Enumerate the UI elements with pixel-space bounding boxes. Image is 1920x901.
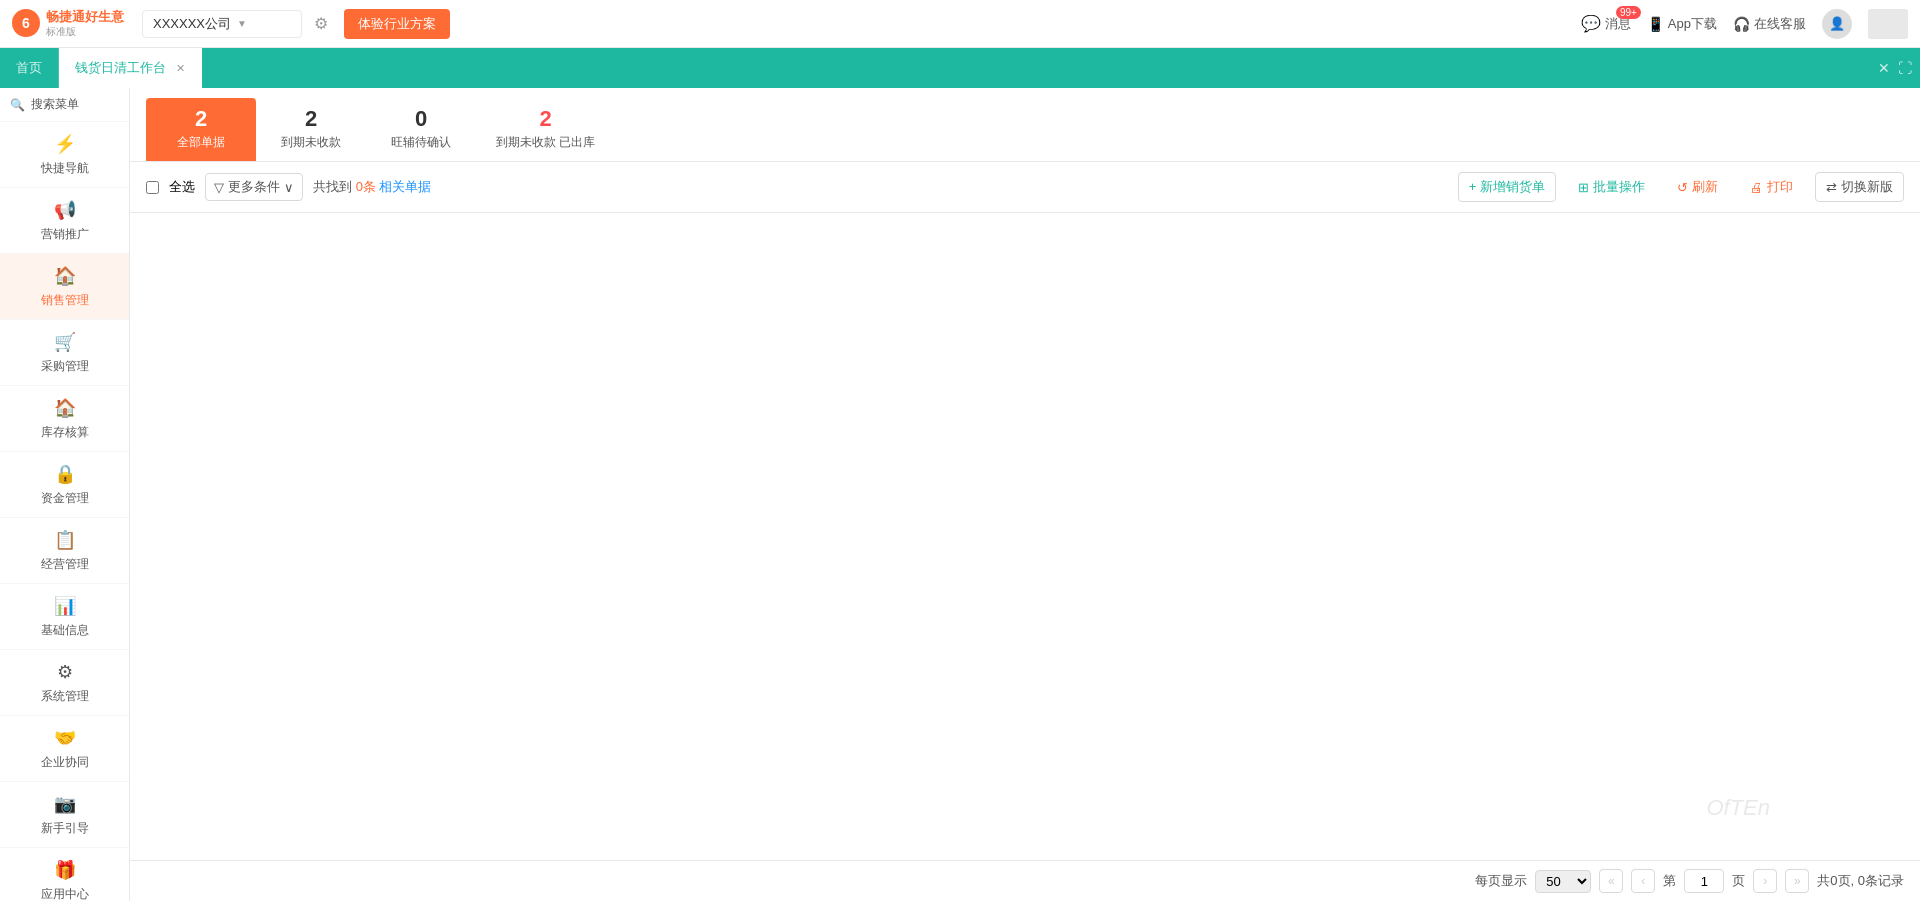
sidebar-item-guide[interactable]: 📷 新手引导 — [0, 782, 129, 848]
sidebar-item-quick-nav[interactable]: ⚡ 快捷导航 — [0, 122, 129, 188]
main-layout: 🔍 搜索菜单 ⚡ 快捷导航 📢 营销推广 🏠 销售管理 🛒 采购管理 🏠 库存核… — [0, 88, 1920, 901]
page-size-select[interactable]: 10 20 50 100 — [1535, 870, 1591, 893]
sales-icon: 🏠 — [53, 264, 77, 288]
sidebar-item-cooperation[interactable]: 🤝 企业协同 — [0, 716, 129, 782]
pagination: 每页显示 10 20 50 100 « ‹ 第 页 › » 共0页, 0条记录 — [130, 860, 1920, 901]
switch-icon: ⇄ — [1826, 180, 1837, 195]
filter-icon: ▽ — [214, 180, 224, 195]
tab-cashflow[interactable]: 钱货日清工作台 ✕ — [59, 48, 202, 88]
inventory-icon: 🏠 — [53, 396, 77, 420]
cooperation-icon: 🤝 — [53, 726, 77, 750]
tab-close-btn[interactable]: ✕ — [176, 62, 185, 75]
batch-icon: ⊞ — [1578, 180, 1589, 195]
found-text: 共找到 0条 相关单据 — [313, 178, 431, 196]
content-area: 2 全部单据 2 到期未收款 0 旺辅待确认 2 到期未收款 已出库 — [130, 88, 1920, 901]
print-btn[interactable]: 🖨 打印 — [1740, 173, 1803, 201]
sidebar-item-app-center[interactable]: 🎁 应用中心 — [0, 848, 129, 901]
page-suffix: 页 — [1732, 872, 1745, 890]
select-all-label: 全选 — [169, 178, 195, 196]
marketing-icon: 📢 — [53, 198, 77, 222]
tab-bar: 首页 钱货日清工作台 ✕ ✕ ⛶ — [0, 48, 1920, 88]
stat-tab-overdue-uncollected[interactable]: 2 到期未收款 — [256, 98, 366, 161]
stats-bar: 2 全部单据 2 到期未收款 0 旺辅待确认 2 到期未收款 已出库 — [130, 88, 1920, 162]
app-download-btn[interactable]: 📱 App下载 — [1647, 15, 1717, 33]
page-label: 第 — [1663, 872, 1676, 890]
tab-actions-right: ✕ ⛶ — [1878, 48, 1920, 88]
sidebar-item-finance[interactable]: 🔒 资金管理 — [0, 452, 129, 518]
prev-page-btn[interactable]: ‹ — [1631, 869, 1655, 893]
app-center-icon: 🎁 — [53, 858, 77, 882]
user-menu[interactable] — [1868, 9, 1908, 39]
search-icon: 🔍 — [10, 98, 25, 112]
settings-icon[interactable]: ⚙ — [310, 10, 332, 37]
stats-tabs: 2 全部单据 2 到期未收款 0 旺辅待确认 2 到期未收款 已出库 — [146, 98, 1904, 161]
tab-home[interactable]: 首页 — [0, 48, 59, 88]
online-service-btn[interactable]: 🎧 在线客服 — [1733, 15, 1806, 33]
logo-icon: 6 — [12, 9, 40, 37]
page-number-input[interactable] — [1684, 869, 1724, 893]
toolbar-right: + 新增销货单 ⊞ 批量操作 ↺ 刷新 🖨 打印 ⇄ 切换新版 — [1458, 172, 1904, 202]
message-btn[interactable]: 💬 消息 99+ — [1581, 14, 1631, 33]
filter-arrow-icon: ∨ — [284, 180, 294, 195]
header-right: 💬 消息 99+ 📱 App下载 🎧 在线客服 👤 — [1581, 9, 1908, 39]
guide-icon: 📷 — [53, 792, 77, 816]
message-badge: 99+ — [1616, 6, 1641, 19]
stat-tab-overdue-unshipped[interactable]: 2 到期未收款 已出库 — [476, 98, 615, 161]
first-page-btn[interactable]: « — [1599, 869, 1623, 893]
page-size-label: 每页显示 — [1475, 872, 1527, 890]
trial-btn[interactable]: 体验行业方案 — [344, 9, 450, 39]
switch-version-btn[interactable]: ⇄ 切换新版 — [1815, 172, 1904, 202]
logo-area: 6 畅捷通好生意 标准版 — [12, 9, 142, 39]
base-info-icon: 📊 — [53, 594, 77, 618]
system-icon: ⚙ — [53, 660, 77, 684]
table-area — [130, 213, 1920, 860]
sidebar-item-business[interactable]: 📋 经营管理 — [0, 518, 129, 584]
sidebar-item-base-info[interactable]: 📊 基础信息 — [0, 584, 129, 650]
sidebar-item-sales[interactable]: 🏠 销售管理 — [0, 254, 129, 320]
finance-icon: 🔒 — [53, 462, 77, 486]
refresh-icon: ↺ — [1677, 180, 1688, 195]
sidebar-item-purchase[interactable]: 🛒 采购管理 — [0, 320, 129, 386]
filter-btn[interactable]: ▽ 更多条件 ∨ — [205, 173, 303, 201]
purchase-icon: 🛒 — [53, 330, 77, 354]
tab-minimize-icon[interactable]: ✕ — [1878, 60, 1890, 76]
logo-text: 畅捷通好生意 标准版 — [46, 9, 124, 39]
company-selector[interactable]: XXXXXX公司 ▼ — [142, 10, 302, 38]
sidebar: 🔍 搜索菜单 ⚡ 快捷导航 📢 营销推广 🏠 销售管理 🛒 采购管理 🏠 库存核… — [0, 88, 130, 901]
select-all-checkbox[interactable] — [146, 181, 159, 194]
sidebar-search[interactable]: 🔍 搜索菜单 — [0, 88, 129, 122]
avatar[interactable]: 👤 — [1822, 9, 1852, 39]
sidebar-item-system[interactable]: ⚙ 系统管理 — [0, 650, 129, 716]
business-icon: 📋 — [53, 528, 77, 552]
refresh-btn[interactable]: ↺ 刷新 — [1667, 173, 1728, 201]
toolbar: 全选 ▽ 更多条件 ∨ 共找到 0条 相关单据 + 新增销货单 ⊞ 批量操作 ↺ — [130, 162, 1920, 213]
stat-tab-pending-confirm[interactable]: 0 旺辅待确认 — [366, 98, 476, 161]
sidebar-item-inventory[interactable]: 🏠 库存核算 — [0, 386, 129, 452]
tab-expand-icon[interactable]: ⛶ — [1898, 60, 1912, 76]
stat-tab-all[interactable]: 2 全部单据 — [146, 98, 256, 161]
company-dropdown-arrow: ▼ — [237, 18, 247, 29]
sidebar-item-marketing[interactable]: 📢 营销推广 — [0, 188, 129, 254]
print-icon: 🖨 — [1750, 180, 1763, 195]
new-sale-order-btn[interactable]: + 新增销货单 — [1458, 172, 1556, 202]
total-info: 共0页, 0条记录 — [1817, 872, 1904, 890]
batch-operation-btn[interactable]: ⊞ 批量操作 — [1568, 173, 1655, 201]
quick-nav-icon: ⚡ — [53, 132, 77, 156]
last-page-btn[interactable]: » — [1785, 869, 1809, 893]
top-header: 6 畅捷通好生意 标准版 XXXXXX公司 ▼ ⚙ 体验行业方案 💬 消息 99… — [0, 0, 1920, 48]
next-page-btn[interactable]: › — [1753, 869, 1777, 893]
